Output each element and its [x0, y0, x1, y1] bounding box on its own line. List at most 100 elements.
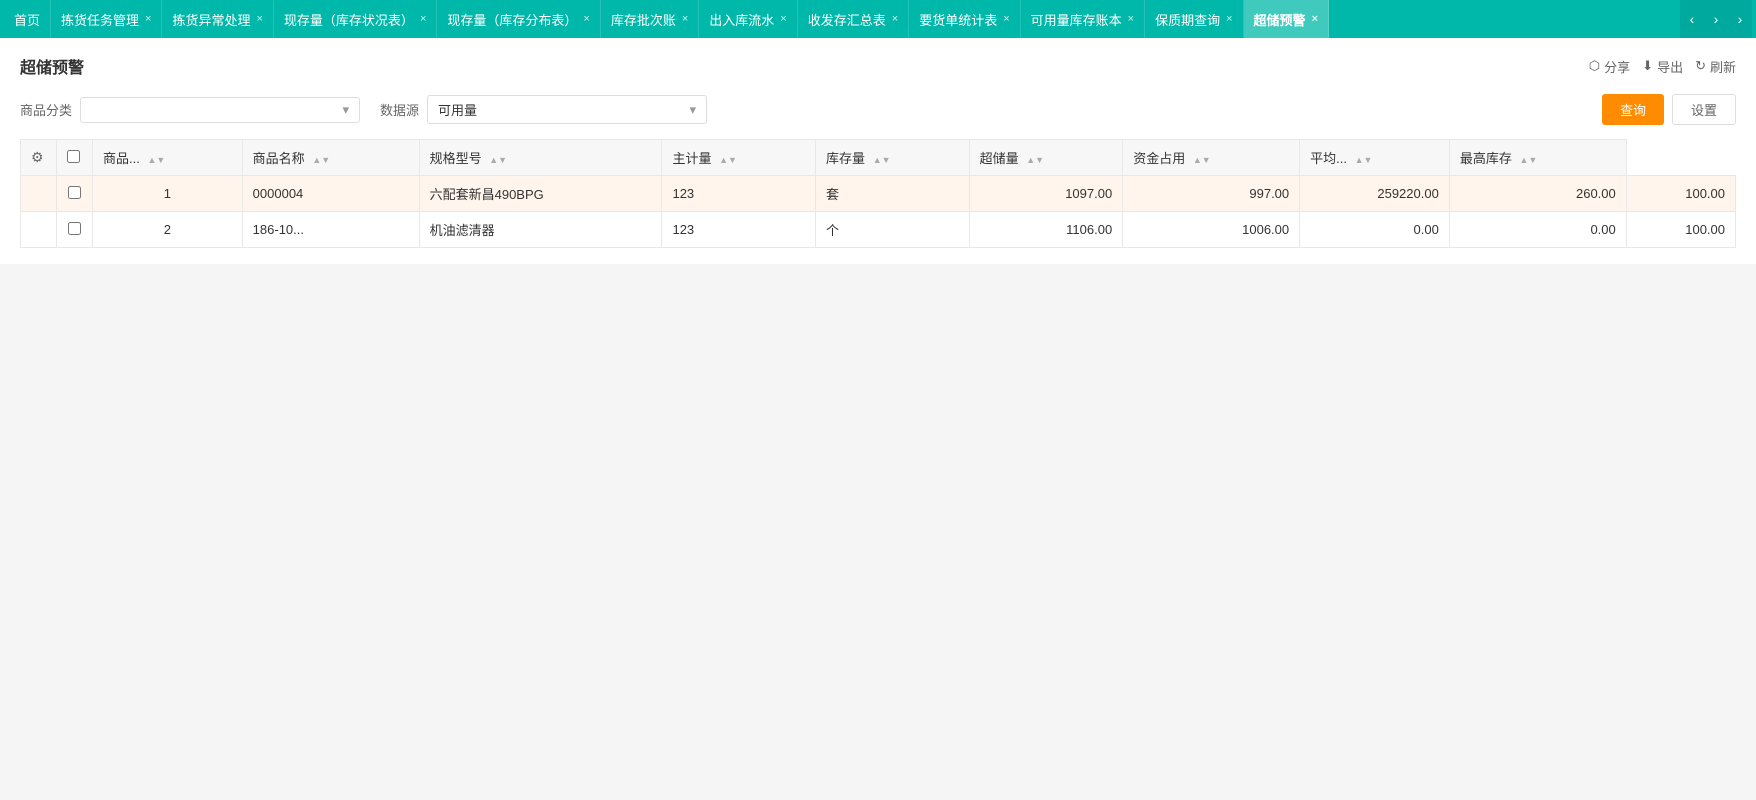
row-number: 1 — [93, 176, 243, 212]
settings-button[interactable]: 设置 — [1672, 94, 1736, 125]
nav-next-button[interactable]: › — [1704, 0, 1728, 38]
refresh-icon: ↻ — [1695, 58, 1706, 74]
col-max-stock: 最高库存 ▲▼ — [1449, 140, 1626, 176]
close-icon[interactable]: × — [892, 13, 898, 25]
sort-icon[interactable]: ▲▼ — [1193, 155, 1211, 165]
close-icon[interactable]: × — [1226, 13, 1232, 25]
col-product-code: 商品... ▲▼ — [93, 140, 243, 176]
nav-stock-status[interactable]: 现存量（库存状况表） × — [274, 0, 437, 38]
col-unit: 主计量 ▲▼ — [662, 140, 816, 176]
row-checkbox[interactable] — [68, 186, 81, 199]
share-icon: ⬡ — [1589, 58, 1600, 74]
chevron-down-icon: ▾ — [342, 102, 349, 118]
row-product-name: 六配套新昌490BPG — [419, 176, 662, 212]
data-source-filter: 数据源 可用量 ▾ — [380, 95, 707, 124]
row-over-qty: 1006.00 — [1123, 212, 1300, 248]
close-icon[interactable]: × — [1312, 13, 1318, 25]
col-capital: 资金占用 ▲▼ — [1123, 140, 1300, 176]
page-content: 超储预警 ⬡ 分享 ⬇ 导出 ↻ 刷新 商品分类 ▾ 数据源 — [0, 38, 1756, 264]
query-button[interactable]: 查询 — [1602, 94, 1664, 125]
col-over-qty: 超储量 ▲▼ — [969, 140, 1123, 176]
row-capital: 0.00 — [1300, 212, 1450, 248]
product-category-select[interactable]: ▾ — [80, 97, 360, 123]
row-settings-cell — [21, 176, 57, 212]
col-product-name: 商品名称 ▲▼ — [242, 140, 419, 176]
close-icon[interactable]: × — [1003, 13, 1009, 25]
row-stock-qty: 1106.00 — [969, 212, 1123, 248]
close-icon[interactable]: × — [583, 13, 589, 25]
row-settings-cell — [21, 212, 57, 248]
row-number: 2 — [93, 212, 243, 248]
data-source-select[interactable]: 可用量 ▾ — [427, 95, 707, 124]
refresh-button[interactable]: ↻ 刷新 — [1695, 57, 1736, 76]
row-max-stock: 100.00 — [1626, 176, 1735, 212]
sort-icon[interactable]: ▲▼ — [1519, 155, 1537, 165]
nav-picking-task[interactable]: 拣货任务管理 × — [51, 0, 162, 38]
sort-icon[interactable]: ▲▼ — [1355, 155, 1373, 165]
nav-more-button[interactable]: › — [1728, 0, 1752, 38]
close-icon[interactable]: × — [780, 13, 786, 25]
col-settings: ⚙ — [21, 140, 57, 176]
nav-order-stats[interactable]: 要货单统计表 × — [909, 0, 1020, 38]
row-stock-qty: 1097.00 — [969, 176, 1123, 212]
col-avg: 平均... ▲▼ — [1300, 140, 1450, 176]
chevron-down-icon: ▾ — [690, 102, 697, 118]
close-icon[interactable]: × — [145, 13, 151, 25]
row-capital: 259220.00 — [1300, 176, 1450, 212]
row-product-name: 机油滤清器 — [419, 212, 662, 248]
header-actions: ⬡ 分享 ⬇ 导出 ↻ 刷新 — [1589, 57, 1736, 76]
column-settings-button[interactable]: ⚙ — [31, 149, 44, 166]
sort-icon[interactable]: ▲▼ — [147, 155, 165, 165]
share-button[interactable]: ⬡ 分享 — [1589, 57, 1630, 76]
select-all-checkbox[interactable] — [67, 150, 80, 163]
col-spec: 规格型号 ▲▼ — [419, 140, 662, 176]
close-icon[interactable]: × — [420, 13, 426, 25]
nav-picking-exception[interactable]: 拣货异常处理 × — [162, 0, 273, 38]
col-stock-qty: 库存量 ▲▼ — [816, 140, 970, 176]
row-over-qty: 997.00 — [1123, 176, 1300, 212]
nav-overstock-warning[interactable]: 超储预警 × — [1244, 0, 1329, 38]
export-button[interactable]: ⬇ 导出 — [1642, 57, 1683, 76]
product-category-filter: 商品分类 ▾ — [20, 97, 360, 123]
row-checkbox[interactable] — [68, 222, 81, 235]
nav-inout-flow[interactable]: 出入库流水 × — [699, 0, 797, 38]
page-title: 超储预警 — [20, 54, 84, 78]
row-select-cell — [57, 176, 93, 212]
close-icon[interactable]: × — [1128, 13, 1134, 25]
export-icon: ⬇ — [1642, 58, 1653, 74]
table-row: 1 0000004 六配套新昌490BPG 123 套 1097.00 997.… — [21, 176, 1736, 212]
filter-row: 商品分类 ▾ 数据源 可用量 ▾ 查询 设置 — [20, 94, 1736, 125]
nav-receipt-summary[interactable]: 收发存汇总表 × — [798, 0, 909, 38]
row-avg: 0.00 — [1449, 212, 1626, 248]
row-spec: 123 — [662, 212, 816, 248]
top-navigation: 首页 拣货任务管理 × 拣货异常处理 × 现存量（库存状况表） × 现存量（库存… — [0, 0, 1756, 38]
close-icon[interactable]: × — [256, 13, 262, 25]
sort-icon[interactable]: ▲▼ — [489, 155, 507, 165]
product-category-label: 商品分类 — [20, 100, 72, 119]
row-spec: 123 — [662, 176, 816, 212]
row-unit: 个 — [816, 212, 970, 248]
sort-icon[interactable]: ▲▼ — [312, 155, 330, 165]
nav-stock-dist[interactable]: 现存量（库存分布表） × — [437, 0, 600, 38]
row-avg: 260.00 — [1449, 176, 1626, 212]
sort-icon[interactable]: ▲▼ — [719, 155, 737, 165]
nav-prev-button[interactable]: ‹ — [1680, 0, 1704, 38]
row-product-code: 0000004 — [242, 176, 419, 212]
row-max-stock: 100.00 — [1626, 212, 1735, 248]
data-table: ⚙ 商品... ▲▼ 商品名称 ▲▼ 规格型号 ▲▼ 主计 — [20, 139, 1736, 248]
filter-actions: 查询 设置 — [1602, 94, 1736, 125]
sort-icon[interactable]: ▲▼ — [873, 155, 891, 165]
nav-expiry-query[interactable]: 保质期查询 × — [1145, 0, 1243, 38]
table-header-row: ⚙ 商品... ▲▼ 商品名称 ▲▼ 规格型号 ▲▼ 主计 — [21, 140, 1736, 176]
table-row: 2 186-10... 机油滤清器 123 个 1106.00 1006.00 … — [21, 212, 1736, 248]
page-header: 超储预警 ⬡ 分享 ⬇ 导出 ↻ 刷新 — [20, 54, 1736, 78]
nav-batch-account[interactable]: 库存批次账 × — [601, 0, 699, 38]
row-product-code: 186-10... — [242, 212, 419, 248]
sort-icon[interactable]: ▲▼ — [1026, 155, 1044, 165]
nav-arrows: ‹ › › — [1680, 0, 1752, 38]
nav-home[interactable]: 首页 — [4, 0, 51, 38]
close-icon[interactable]: × — [682, 13, 688, 25]
row-select-cell — [57, 212, 93, 248]
nav-available-stock[interactable]: 可用量库存账本 × — [1021, 0, 1145, 38]
col-select-all — [57, 140, 93, 176]
